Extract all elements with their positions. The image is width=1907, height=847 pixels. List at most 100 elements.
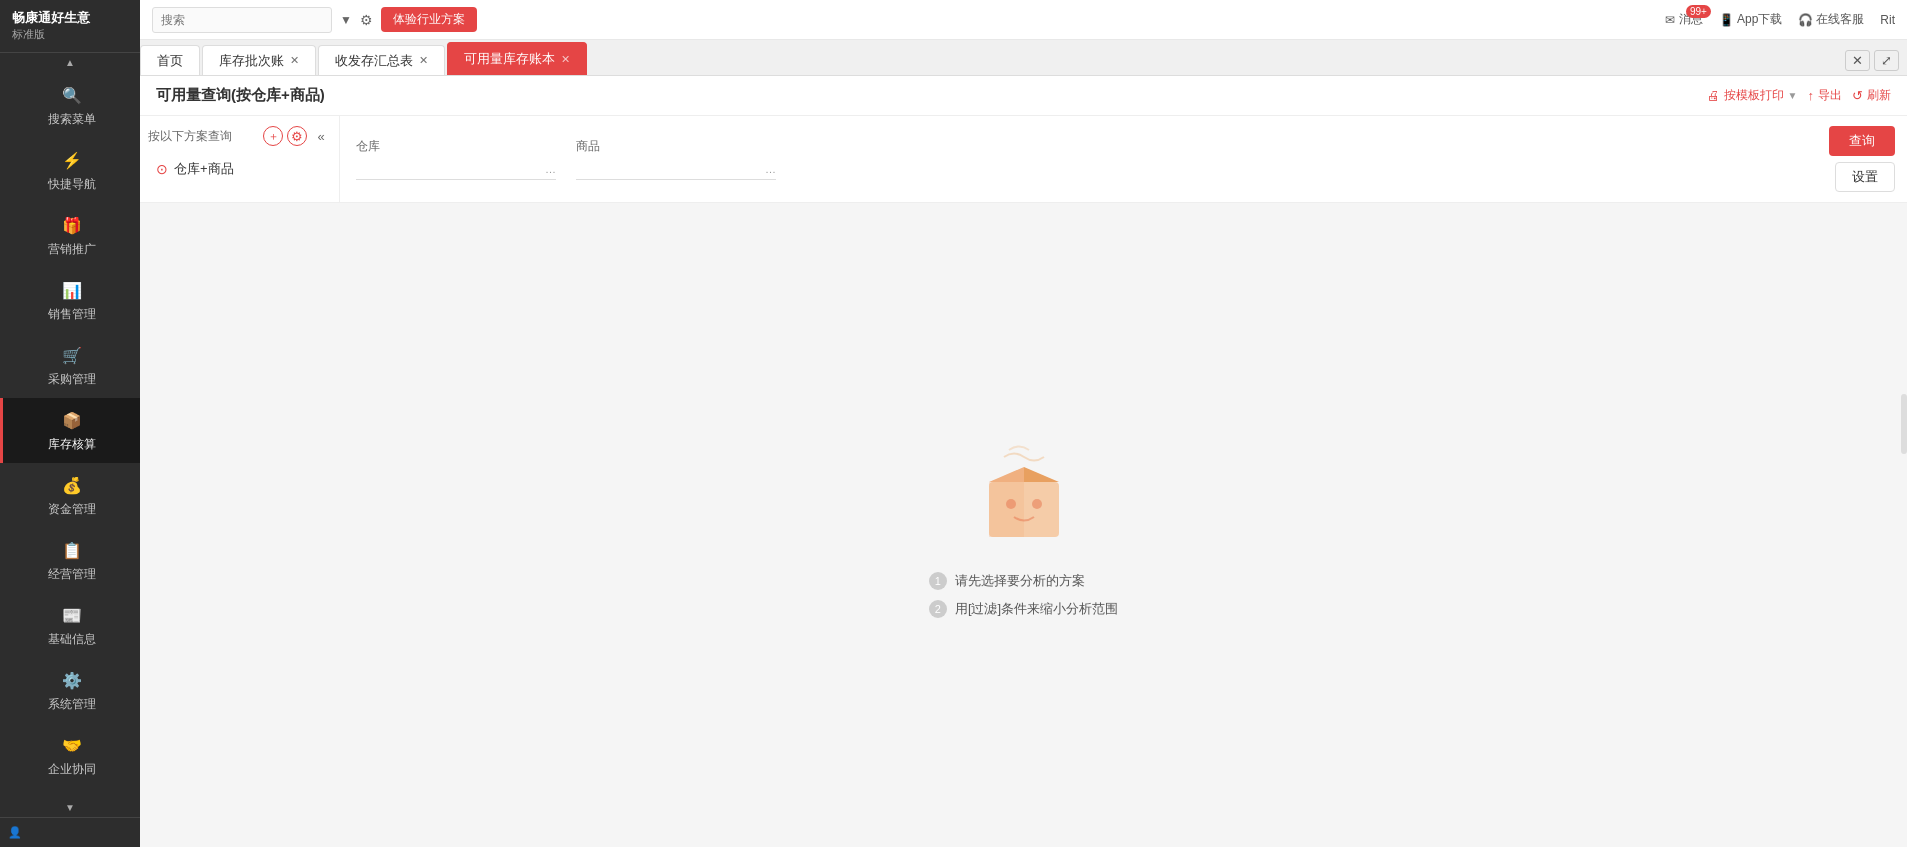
sidebar-item-label: 搜索菜单 xyxy=(48,111,96,128)
sidebar-item-search[interactable]: 🔍 搜索菜单 xyxy=(0,73,140,138)
step-2-num: 2 xyxy=(929,600,947,618)
tabs-bar: 首页 库存批次账 ✕ 收发存汇总表 ✕ 可用量库存账本 ✕ ✕ ⤢ xyxy=(140,40,1907,76)
sidebar-item-cooperation[interactable]: 🤝 企业协同 xyxy=(0,723,140,788)
add-scheme-btn[interactable]: ＋ xyxy=(263,126,283,146)
tab-inventory-summary[interactable]: 收发存汇总表 ✕ xyxy=(318,45,445,75)
sidebar-item-label: 经营管理 xyxy=(48,566,96,583)
query-scheme-header: 按以下方案查询 ＋ ⚙ « xyxy=(148,126,331,146)
sidebar-item-management[interactable]: 📋 经营管理 xyxy=(0,528,140,593)
finance-icon: 💰 xyxy=(61,475,83,497)
svg-marker-2 xyxy=(1024,467,1059,482)
baseinfo-icon: 📰 xyxy=(61,605,83,627)
svg-point-4 xyxy=(1006,499,1016,509)
service-icon: 🎧 xyxy=(1798,13,1813,27)
main-area: ▼ ⚙ 体验行业方案 ✉ 消息 99+ 📱 App下载 🎧 在线客服 Rit xyxy=(140,0,1907,847)
sidebar-item-label: 营销推广 xyxy=(48,241,96,258)
svg-rect-3 xyxy=(989,482,1024,537)
tab-available-qty[interactable]: 可用量库存账本 ✕ xyxy=(447,42,587,75)
tab-summary-close[interactable]: ✕ xyxy=(419,54,428,67)
goods-more-btn[interactable]: … xyxy=(765,163,776,175)
sidebar-item-quicknav[interactable]: ⚡ 快捷导航 xyxy=(0,138,140,203)
tab-batch-close[interactable]: ✕ xyxy=(290,54,299,67)
scheme-collapse-btn[interactable]: « xyxy=(311,126,331,146)
topbar-app-download[interactable]: 📱 App下载 xyxy=(1719,11,1782,28)
query-scheme-item-warehouse-goods[interactable]: ⊙ 仓库+商品 xyxy=(148,154,331,184)
sidebar-user-label: 👤 xyxy=(8,826,22,839)
goods-input[interactable] xyxy=(576,161,761,176)
sidebar-item-newuser[interactable]: 🎯 新手引导 xyxy=(0,788,140,797)
warehouse-input[interactable] xyxy=(356,161,541,176)
warehouse-label: 仓库 xyxy=(356,138,556,155)
topbar-online-service[interactable]: 🎧 在线客服 xyxy=(1798,11,1864,28)
sidebar-item-sales[interactable]: 📊 销售管理 xyxy=(0,268,140,333)
empty-visual xyxy=(964,432,1084,552)
topbar-user[interactable]: Rit xyxy=(1880,13,1895,27)
content-area: 可用量查询(按仓库+商品) 🖨 按模板打印 ▼ ↑ 导出 ↺ 刷新 xyxy=(140,76,1907,847)
sidebar-item-label: 资金管理 xyxy=(48,501,96,518)
marketing-icon: 🎁 xyxy=(61,215,83,237)
query-panel: 按以下方案查询 ＋ ⚙ « ⊙ 仓库+商品 仓库 xyxy=(140,116,1907,203)
query-actions: 查询 设置 xyxy=(1817,116,1907,202)
topbar-gear-btn[interactable]: ⚙ xyxy=(360,12,373,28)
search-menu-icon: 🔍 xyxy=(61,85,83,107)
tab-availqty-label: 可用量库存账本 xyxy=(464,50,555,68)
management-icon: 📋 xyxy=(61,540,83,562)
sidebar-scroll-down[interactable]: ▼ xyxy=(0,797,140,817)
topbar-industry-btn[interactable]: 体验行业方案 xyxy=(381,7,477,32)
warehouse-more-btn[interactable]: … xyxy=(545,163,556,175)
sidebar-header: 畅康通好生意 标准版 xyxy=(0,0,140,53)
sidebar-item-base-info[interactable]: 📰 基础信息 xyxy=(0,593,140,658)
query-setting-btn[interactable]: 设置 xyxy=(1835,162,1895,192)
page-header: 可用量查询(按仓库+商品) 🖨 按模板打印 ▼ ↑ 导出 ↺ 刷新 xyxy=(140,76,1907,116)
sidebar-item-purchase[interactable]: 🛒 采购管理 xyxy=(0,333,140,398)
tab-home[interactable]: 首页 xyxy=(140,45,200,75)
sidebar-scroll-up[interactable]: ▲ xyxy=(0,53,140,73)
tabs-expand-btn[interactable]: ⤢ xyxy=(1874,50,1899,71)
query-fields-panel: 仓库 … 商品 … xyxy=(340,116,1817,202)
tabs-close-all-btn[interactable]: ✕ xyxy=(1845,50,1870,71)
tab-batch-label: 库存批次账 xyxy=(219,52,284,70)
scheme-settings-btn[interactable]: ⚙ xyxy=(287,126,307,146)
query-submit-btn[interactable]: 查询 xyxy=(1829,126,1895,156)
print-dropdown-arrow: ▼ xyxy=(1788,90,1798,101)
page-title: 可用量查询(按仓库+商品) xyxy=(156,86,325,105)
tab-batch-ledger[interactable]: 库存批次账 ✕ xyxy=(202,45,316,75)
message-badge: 99+ xyxy=(1686,5,1711,18)
sidebar-item-label: 快捷导航 xyxy=(48,176,96,193)
tabs-right-actions: ✕ ⤢ xyxy=(1845,50,1907,75)
topbar: ▼ ⚙ 体验行业方案 ✉ 消息 99+ 📱 App下载 🎧 在线客服 Rit xyxy=(140,0,1907,40)
sidebar-item-marketing[interactable]: 🎁 营销推广 xyxy=(0,203,140,268)
sidebar-item-finance[interactable]: 💰 资金管理 xyxy=(0,463,140,528)
warehouse-input-area: … xyxy=(356,158,556,180)
goods-input-area: … xyxy=(576,158,776,180)
scheme-item-label: 仓库+商品 xyxy=(174,160,234,178)
tab-availqty-close[interactable]: ✕ xyxy=(561,53,570,66)
quicknav-icon: ⚡ xyxy=(61,150,83,172)
print-label: 按模板打印 xyxy=(1724,87,1784,104)
message-icon: ✉ xyxy=(1665,13,1675,27)
sidebar-item-inventory[interactable]: 📦 库存核算 xyxy=(0,398,140,463)
export-label: 导出 xyxy=(1818,87,1842,104)
tab-home-label: 首页 xyxy=(157,52,183,70)
query-field-warehouse: 仓库 … xyxy=(356,138,556,180)
step-2-text: 用[过滤]条件来缩小分析范围 xyxy=(955,600,1118,618)
print-icon: 🖨 xyxy=(1707,88,1720,103)
topbar-right: ✉ 消息 99+ 📱 App下载 🎧 在线客服 Rit xyxy=(1665,11,1895,28)
print-btn[interactable]: 🖨 按模板打印 ▼ xyxy=(1707,87,1798,104)
export-btn[interactable]: ↑ 导出 xyxy=(1808,87,1843,104)
query-scheme-actions: ＋ ⚙ « xyxy=(263,126,331,146)
query-scheme-panel: 按以下方案查询 ＋ ⚙ « ⊙ 仓库+商品 xyxy=(140,116,340,202)
sidebar-item-system[interactable]: ⚙️ 系统管理 xyxy=(0,658,140,723)
sidebar-item-label: 企业协同 xyxy=(48,761,96,778)
refresh-btn[interactable]: ↺ 刷新 xyxy=(1852,87,1891,104)
topbar-dropdown-btn[interactable]: ▼ xyxy=(340,13,352,27)
sidebar-item-label: 采购管理 xyxy=(48,371,96,388)
goods-label: 商品 xyxy=(576,138,776,155)
app-name: 畅康通好生意 xyxy=(12,10,128,27)
topbar-search-input[interactable] xyxy=(152,7,332,33)
sidebar-item-label: 系统管理 xyxy=(48,696,96,713)
right-scroll-indicator xyxy=(1901,394,1907,454)
sidebar-bottom[interactable]: 👤 xyxy=(0,817,140,847)
topbar-message[interactable]: ✉ 消息 99+ xyxy=(1665,11,1703,28)
sales-icon: 📊 xyxy=(61,280,83,302)
